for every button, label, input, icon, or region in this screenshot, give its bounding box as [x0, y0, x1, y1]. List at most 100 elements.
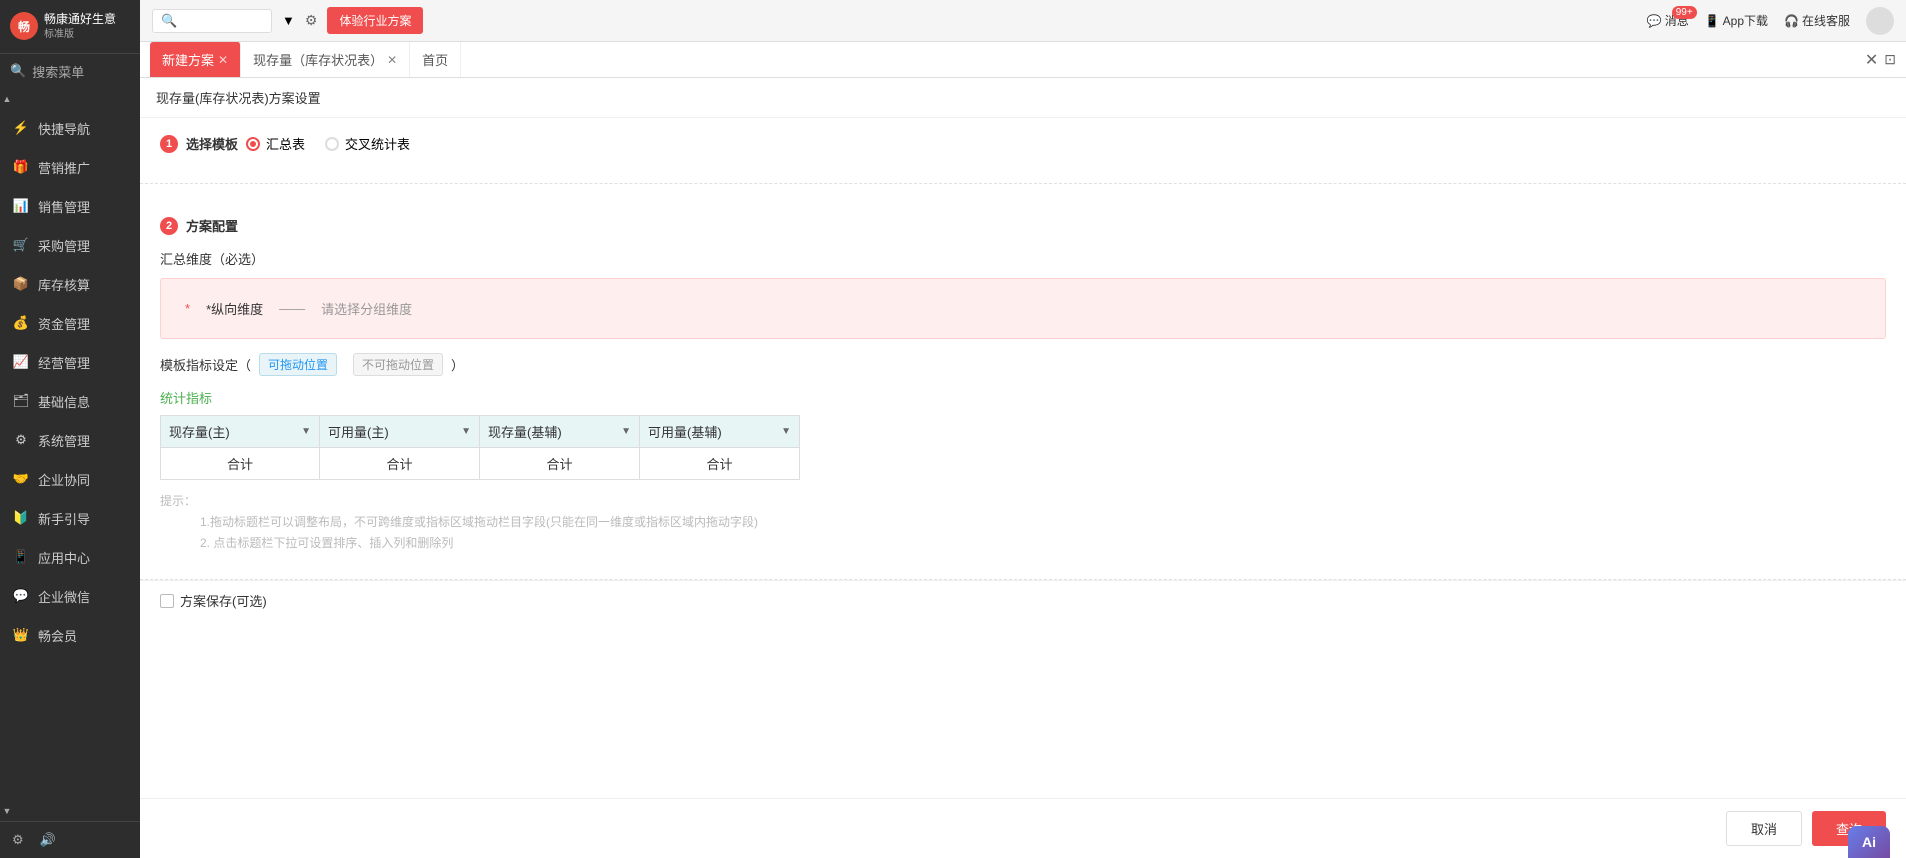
col-header-0[interactable]: 现存量(主) ▼: [160, 415, 320, 448]
cancel-button[interactable]: 取消: [1726, 811, 1802, 846]
sidebar-nav: ⚡快捷导航🎁营销推广 📊 销售管理 🛒 采购管理 📦 库存核算 💰 资金管理 📈经营管理🗂基础信息…: [0, 109, 140, 801]
tab-expand-icon[interactable]: ⊡: [1884, 51, 1896, 68]
nav-label-appcenter: 应用中心: [38, 548, 90, 567]
vertical-dim-label: *纵向维度: [206, 299, 263, 318]
sidebar-item-purchase[interactable]: 🛒 采购管理: [0, 226, 140, 265]
user-avatar[interactable]: [1866, 7, 1894, 35]
sidebar-item-wechat[interactable]: 💬企业微信: [0, 577, 140, 616]
sidebar-item-operation[interactable]: 📈经营管理: [0, 343, 140, 382]
step1-section: 1 选择模板 汇总表 交叉统计表: [140, 118, 1906, 183]
tip-0: 1.拖动标题栏可以调整布局，不可跨维度或指标区域拖动栏目字段(只能在同一维度或指…: [200, 513, 1886, 530]
tab-close-icon[interactable]: ✕: [1865, 50, 1878, 70]
search-menu[interactable]: 🔍 搜索菜单: [0, 54, 140, 89]
nav-icon-purchase: 🛒: [12, 236, 30, 254]
tab-close-new-plan[interactable]: ✕: [218, 53, 228, 67]
col-chevron-1: ▼: [461, 426, 471, 437]
dimension-area[interactable]: * *纵向维度 —— 请选择分组维度: [160, 278, 1886, 339]
sidebar-item-marketing[interactable]: 🎁营销推广: [0, 148, 140, 187]
tab-new-plan[interactable]: 新建方案 ✕: [150, 42, 241, 77]
col-data-2: 合计: [480, 448, 640, 480]
phone-icon: 📱: [1705, 14, 1720, 28]
save-checkbox[interactable]: [160, 594, 174, 608]
step1-badge: 1: [160, 135, 178, 153]
stats-table: 现存量(主)▼可用量(主)▼现存量(基辅)▼可用量(基辅)▼合计合计合计合计: [160, 415, 1886, 480]
gear-button[interactable]: ⚙: [305, 12, 318, 29]
col-header-3[interactable]: 可用量(基辅) ▼: [640, 415, 800, 448]
headset-icon: 🎧: [1784, 14, 1799, 28]
step2-section: 2 方案配置 汇总维度（必选） * *纵向维度 —— 请选择分组维度 模板指标设…: [140, 200, 1906, 579]
col-data-1: 合计: [320, 448, 480, 480]
dropdown-icon[interactable]: ▼: [282, 13, 295, 28]
stats-table-data-row: 合计合计合计合计: [160, 448, 1886, 480]
nav-label-inventory: 库存核算: [38, 275, 90, 294]
sidebar-scroll-up[interactable]: ▲: [0, 89, 14, 109]
col-name-0: 现存量(主): [169, 422, 230, 441]
industry-plan-button[interactable]: 体验行业方案: [327, 7, 423, 34]
template-options: 汇总表 交叉统计表: [246, 134, 410, 153]
sidebar-item-appcenter[interactable]: 📱应用中心: [0, 538, 140, 577]
nav-icon-newcomer: 🔰: [12, 509, 30, 527]
tab-home[interactable]: 首页: [410, 42, 461, 77]
nav-icon-inventory: 📦: [12, 275, 30, 293]
page-title: 现存量(库存状况表)方案设置: [140, 78, 1906, 118]
col-header-1[interactable]: 可用量(主)▼: [320, 415, 480, 448]
sidebar-item-basic[interactable]: 🗂基础信息: [0, 382, 140, 421]
search-icon: 🔍: [10, 63, 26, 79]
nav-icon-member: 👑: [12, 626, 30, 644]
sidebar-item-system[interactable]: ⚙系统管理: [0, 421, 140, 460]
sidebar-item-enterprise[interactable]: 🤝 企业协同: [0, 460, 140, 499]
nav-label-purchase: 采购管理: [38, 236, 90, 255]
col-chevron-0: ▼: [301, 426, 311, 437]
step2-badge: 2: [160, 217, 178, 235]
nav-icon-enterprise: 🤝: [12, 470, 30, 488]
sidebar-scroll-down[interactable]: ▼: [0, 801, 14, 821]
save-option-row: 方案保存(可选): [140, 580, 1906, 620]
nav-icon-sales: 📊: [12, 197, 30, 215]
sidebar-item-sales[interactable]: 📊 销售管理: [0, 187, 140, 226]
footer-bar: 取消 查询: [140, 798, 1906, 858]
nav-label-sales: 销售管理: [38, 197, 90, 216]
tab-label-new-plan: 新建方案: [162, 50, 214, 69]
nav-icon-finance: 💰: [12, 314, 30, 332]
sidebar: 畅 畅康通好生意 标准版 🔍 搜索菜单 ▲ ⚡快捷导航🎁营销推广📊销售管理🛒采购…: [0, 0, 140, 858]
app-download-button[interactable]: 📱 App下载: [1705, 12, 1768, 29]
col-chevron-3: ▼: [781, 426, 791, 437]
sidebar-item-newcomer[interactable]: 🔰 新手引导: [0, 499, 140, 538]
nav-label-newcomer: 新手引导: [38, 509, 90, 528]
cross-radio[interactable]: [325, 137, 339, 151]
summary-radio[interactable]: [246, 137, 260, 151]
nav-label-finance: 资金管理: [38, 314, 90, 333]
app-logo-text: 畅康通好生意 标准版: [44, 12, 116, 41]
step1-header: 1 选择模板 汇总表 交叉统计表: [160, 134, 1886, 153]
tab-close-inventory-status[interactable]: ✕: [387, 53, 397, 67]
nav-icon-wechat: 💬: [12, 587, 30, 605]
sidebar-item-member[interactable]: 👑 畅会员: [0, 616, 140, 655]
tab-label-inventory-status: 现存量（库存状况表）: [253, 50, 383, 69]
nav-label-member: 畅会员: [38, 626, 77, 645]
tip-1: 2. 点击标题栏下拉可设置排序、插入列和删除列: [200, 534, 1886, 551]
settings-icon[interactable]: ⚙: [12, 832, 24, 848]
indicator-settings-row: 模板指标设定（ 可拖动位置 不可拖动位置 ）: [160, 353, 1886, 376]
sidebar-item-quick-nav[interactable]: ⚡快捷导航: [0, 109, 140, 148]
online-service-button[interactable]: 🎧 在线客服: [1784, 12, 1850, 29]
col-header-2[interactable]: 现存量(基辅)▼: [480, 415, 640, 448]
step2-title: 方案配置: [186, 216, 238, 235]
tab-inventory-status[interactable]: 现存量（库存状况表） ✕: [241, 42, 410, 77]
dim-separator: ——: [279, 301, 305, 316]
messages-button[interactable]: 💬 消息 99+: [1647, 12, 1689, 29]
col-chevron-2: ▼: [621, 426, 631, 437]
topbar-search[interactable]: 🔍: [152, 9, 272, 33]
col-name-3: 可用量(基辅): [648, 422, 722, 441]
ai-badge[interactable]: Ai: [1848, 826, 1890, 858]
messages-badge: 99+: [1672, 6, 1697, 19]
nav-label-enterprise: 企业协同: [38, 470, 90, 489]
message-icon: 💬: [1647, 14, 1662, 28]
cross-table-option[interactable]: 交叉统计表: [325, 134, 410, 153]
search-input[interactable]: [181, 14, 261, 28]
sidebar-item-finance[interactable]: 💰 资金管理: [0, 304, 140, 343]
sound-icon[interactable]: 🔊: [40, 832, 56, 848]
nav-icon-system: ⚙: [12, 431, 30, 449]
sidebar-item-inventory[interactable]: 📦 库存核算: [0, 265, 140, 304]
summary-table-option[interactable]: 汇总表: [246, 134, 305, 153]
tab-label-home: 首页: [422, 50, 448, 69]
